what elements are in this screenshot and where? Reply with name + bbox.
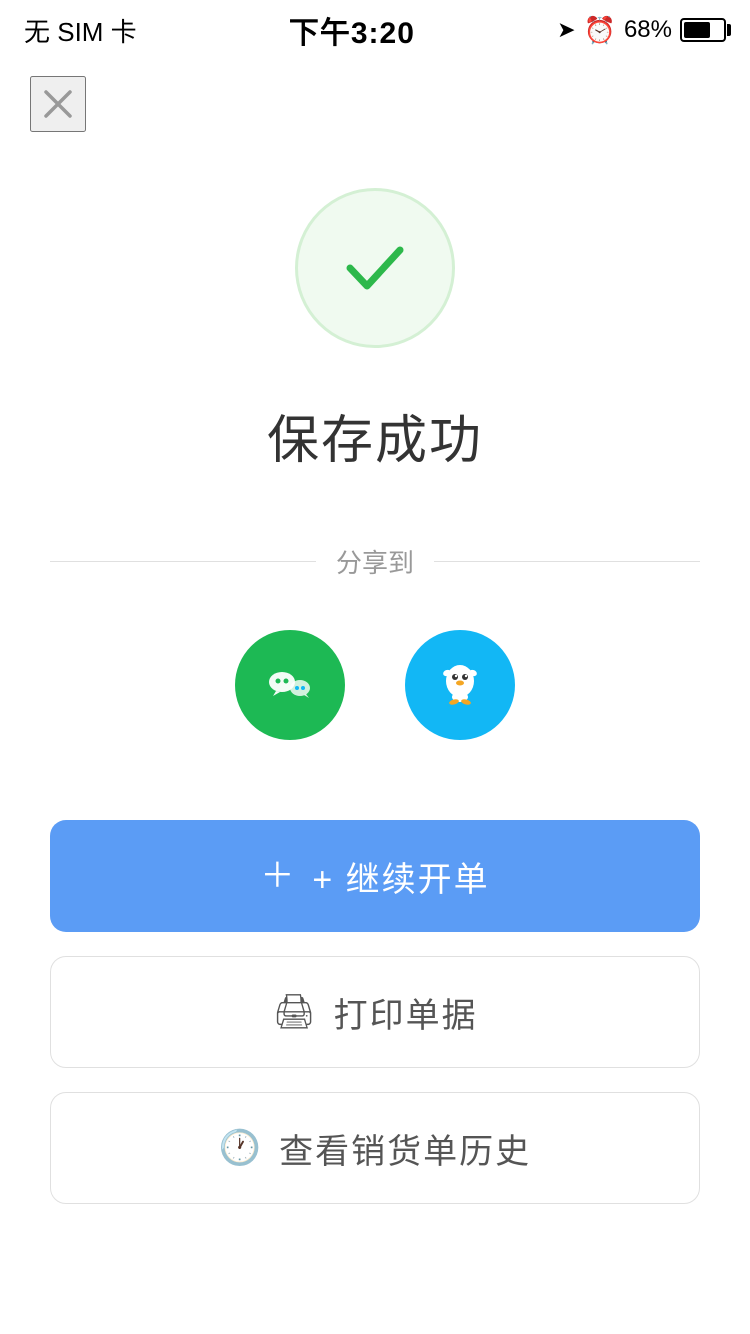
divider-right — [434, 561, 700, 562]
success-title: 保存成功 — [267, 398, 483, 473]
carrier-text: 无 SIM 卡 — [24, 12, 137, 49]
status-right: ➤ ⏰ 68% — [557, 15, 726, 46]
battery-percent: 68% — [624, 16, 672, 44]
battery-icon — [680, 18, 726, 42]
history-label: 查看销货单历史 — [279, 1124, 531, 1173]
share-icons-row — [235, 630, 515, 740]
print-label: 打印单据 — [334, 988, 478, 1037]
wechat-icon — [260, 655, 320, 715]
nav-bar — [0, 60, 750, 148]
continue-button[interactable]: ＋ + 继续开单 — [50, 820, 700, 932]
status-bar: 无 SIM 卡 下午3:20 ➤ ⏰ 68% — [0, 0, 750, 60]
action-buttons: ＋ + 继续开单 🖨 打印单据 🕐 查看销货单历史 — [50, 820, 700, 1204]
divider-left — [50, 561, 316, 562]
clock-icon: 🕐 — [219, 1131, 261, 1165]
main-content: 保存成功 分享到 — [0, 148, 750, 1334]
wechat-share-button[interactable] — [235, 630, 345, 740]
share-label: 分享到 — [336, 543, 414, 580]
status-carrier: 无 SIM 卡 — [24, 12, 147, 49]
success-icon-circle — [295, 188, 455, 348]
location-icon: ➤ — [557, 17, 575, 43]
qq-share-button[interactable] — [405, 630, 515, 740]
share-divider: 分享到 — [50, 543, 700, 580]
print-button[interactable]: 🖨 打印单据 — [50, 956, 700, 1068]
close-button[interactable] — [30, 76, 86, 132]
qq-icon — [430, 655, 490, 715]
plus-icon: ＋ — [260, 859, 294, 893]
history-button[interactable]: 🕐 查看销货单历史 — [50, 1092, 700, 1204]
status-time: 下午3:20 — [289, 8, 415, 52]
continue-label: + 继续开单 — [312, 852, 489, 901]
checkmark-icon — [335, 228, 415, 308]
alarm-icon: ⏰ — [584, 15, 616, 46]
printer-icon: 🖨 — [272, 995, 315, 1029]
